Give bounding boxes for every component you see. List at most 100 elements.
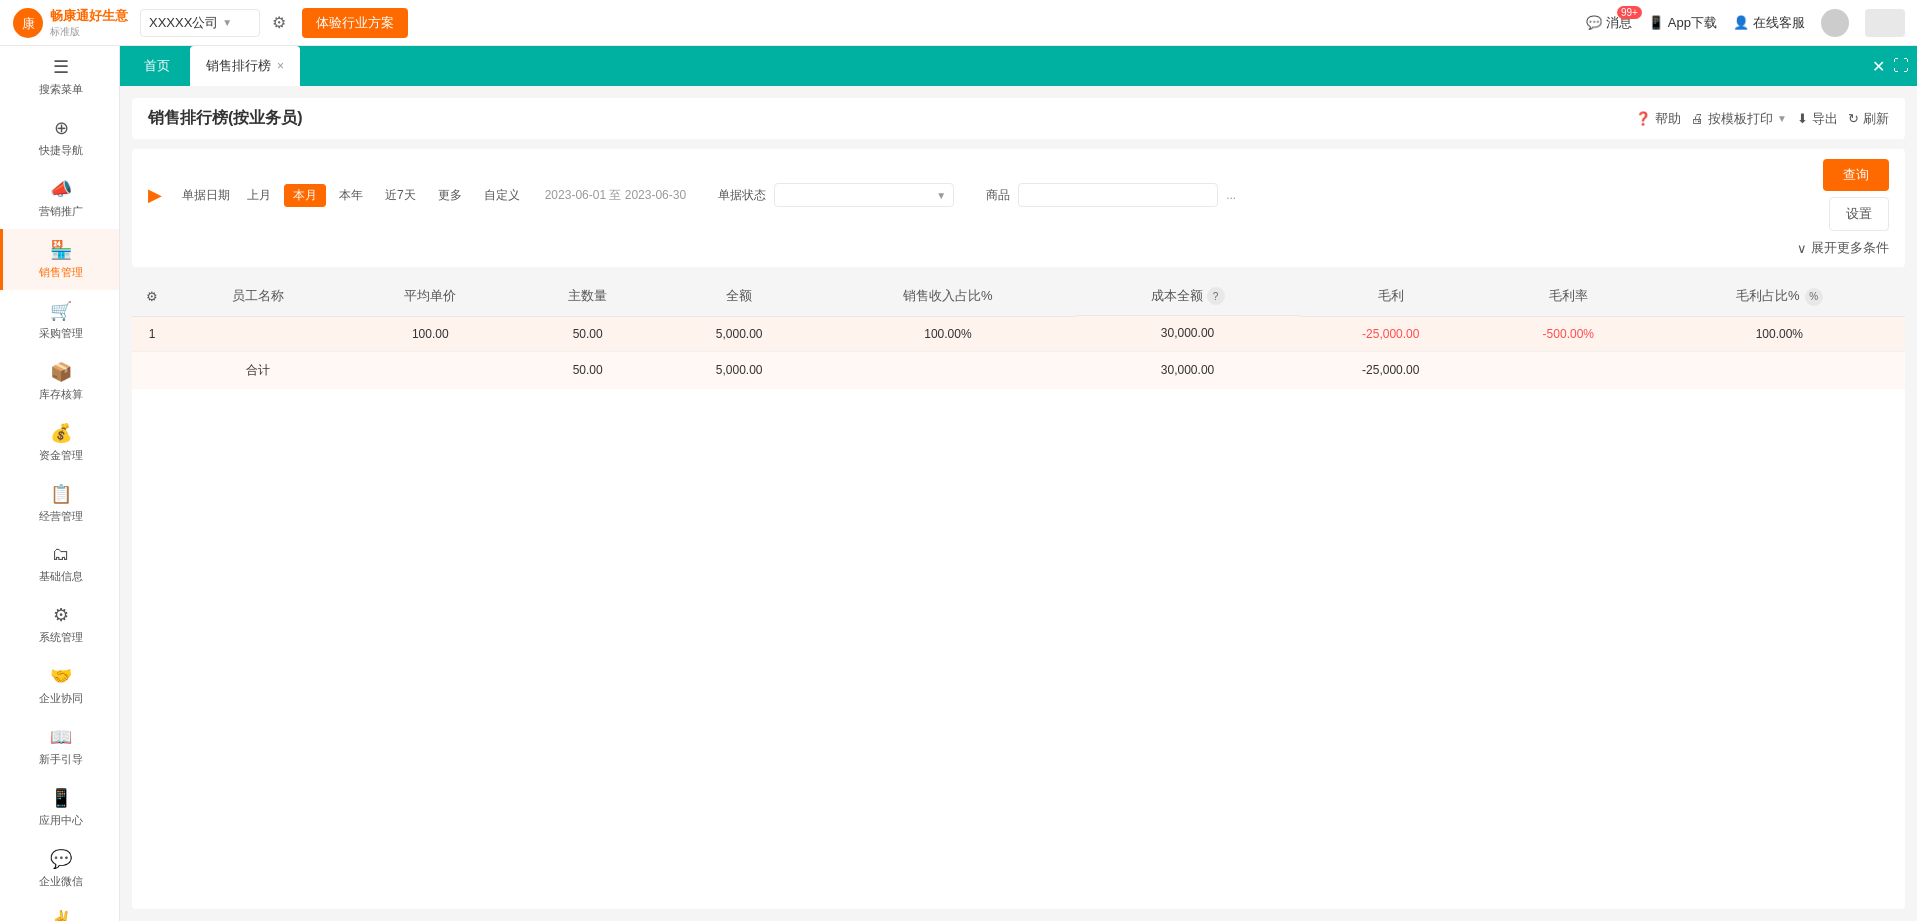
- sidebar-item-enterprise[interactable]: 🤝 企业协同: [0, 655, 119, 716]
- col-settings-header[interactable]: ⚙: [132, 277, 172, 316]
- date-tab-more[interactable]: 更多: [429, 184, 471, 207]
- export-btn[interactable]: ⬇ 导出: [1797, 110, 1838, 128]
- profit-ratio-info-icon[interactable]: %: [1805, 288, 1823, 306]
- date-tab-current-month[interactable]: 本月: [284, 184, 326, 207]
- date-tab-7days[interactable]: 近7天: [376, 184, 425, 207]
- help-icon: ❓: [1635, 111, 1651, 126]
- query-button[interactable]: 查询: [1823, 159, 1889, 191]
- sidebar-item-sales[interactable]: 🏪 销售管理: [0, 229, 119, 290]
- user-info[interactable]: [1865, 9, 1905, 37]
- enterprise-icon: 🤝: [50, 665, 72, 687]
- inventory-icon: 📦: [50, 361, 72, 383]
- table-container: ⚙ 员工名称 平均单价 主数量: [132, 277, 1905, 909]
- goods-label: 商品: [986, 187, 1010, 204]
- trial-button[interactable]: 体验行业方案: [302, 8, 408, 38]
- print-btn[interactable]: 🖨 按模板打印 ▼: [1691, 110, 1787, 128]
- refresh-label: 刷新: [1863, 110, 1889, 128]
- sidebar-item-quick-nav[interactable]: ⊕ 快捷导航: [0, 107, 119, 168]
- sidebar-item-search-orders[interactable]: ☰ 搜索菜单: [0, 46, 119, 107]
- company-selector[interactable]: XXXXX公司 ▼: [140, 9, 260, 37]
- column-settings-icon[interactable]: ⚙: [146, 289, 158, 304]
- tab-sales-ranking[interactable]: 销售排行榜 ×: [190, 46, 300, 86]
- guide-icon: 📖: [50, 726, 72, 748]
- footer-amount: 5,000.00: [659, 351, 819, 389]
- page-content: 销售排行榜(按业务员) ❓ 帮助 🖨 按模板打印 ▼ ⬇ 导出: [120, 86, 1917, 921]
- chevron-down-icon: ▼: [222, 17, 232, 28]
- date-tab-last-month[interactable]: 上月: [238, 184, 280, 207]
- date-tab-current-year[interactable]: 本年: [330, 184, 372, 207]
- settings-icon-btn[interactable]: ⚙: [268, 9, 290, 36]
- tab-fullscreen-icon[interactable]: ⛶: [1893, 57, 1909, 75]
- sidebar-item-guide[interactable]: 📖 新手引导: [0, 716, 119, 777]
- filter-section: ▶ 单据日期 上月 本月 本年 近7天 更多 自定义 2023-: [132, 149, 1905, 267]
- sidebar-label-finance: 资金管理: [39, 448, 83, 463]
- col-amount-header: 全额: [659, 277, 819, 316]
- app-download-btn[interactable]: 📱 App下载: [1648, 14, 1717, 32]
- logo-subtitle: 标准版: [50, 25, 128, 39]
- cell-amount: 5,000.00: [659, 316, 819, 351]
- goods-input[interactable]: [1018, 183, 1218, 207]
- sidebar-item-wechat[interactable]: 💬 企业微信: [0, 838, 119, 899]
- sidebar: ☰ 搜索菜单 ⊕ 快捷导航 📣 营销推广 🏪 销售管理 🛒 采购管理 📦 库存核…: [0, 46, 120, 921]
- sidebar-label-enterprise: 企业协同: [39, 691, 83, 706]
- cell-quantity: 50.00: [516, 316, 659, 351]
- col-quantity-header: 主数量: [516, 277, 659, 316]
- tab-close-all-icon[interactable]: ✕: [1872, 57, 1885, 76]
- status-filter-item: 单据状态 ▼: [718, 183, 954, 207]
- sidebar-item-app-center[interactable]: 📱 应用中心: [0, 777, 119, 838]
- print-chevron-icon: ▼: [1777, 113, 1787, 124]
- expand-arrow-icon[interactable]: ▶: [148, 184, 162, 206]
- page-actions: ❓ 帮助 🖨 按模板打印 ▼ ⬇ 导出 ↻ 刷新: [1635, 110, 1889, 128]
- sidebar-item-member[interactable]: ✌ 畅会员: [0, 899, 119, 921]
- footer-empty: [132, 351, 172, 389]
- tab-home[interactable]: 首页: [128, 46, 186, 86]
- footer-profit-rate: [1483, 351, 1654, 389]
- logo-title: 畅康通好生意: [50, 7, 128, 25]
- sidebar-item-system[interactable]: ⚙ 系统管理: [0, 594, 119, 655]
- goods-more-btn[interactable]: ...: [1226, 188, 1236, 202]
- service-btn[interactable]: 👤 在线客服: [1733, 14, 1805, 32]
- expand-more-btn[interactable]: ∨ 展开更多条件: [1797, 239, 1889, 257]
- help-btn[interactable]: ❓ 帮助: [1635, 110, 1681, 128]
- date-filter-item: 单据日期 上月 本月 本年 近7天 更多 自定义 2023-06-01 至 20…: [182, 184, 686, 207]
- sidebar-item-basic-info[interactable]: 🗂 基础信息: [0, 534, 119, 594]
- sidebar-label-quick-nav: 快捷导航: [39, 143, 83, 158]
- page-title: 销售排行榜(按业务员): [148, 108, 303, 129]
- sidebar-label-basic-info: 基础信息: [39, 569, 83, 584]
- tab-label-sales-ranking: 销售排行榜: [206, 57, 271, 75]
- footer-row: 合计 50.00 5,000.00 30,000.00 -25,000.00: [132, 351, 1905, 389]
- avatar[interactable]: [1821, 9, 1849, 37]
- cell-sales-ratio: 100.00%: [819, 316, 1076, 351]
- col-avgprice-header: 平均单价: [344, 277, 516, 316]
- status-select-wrapper: ▼: [774, 183, 954, 207]
- footer-cost: 30,000.00: [1077, 351, 1299, 389]
- sidebar-item-inventory[interactable]: 📦 库存核算: [0, 351, 119, 412]
- sidebar-label-search-orders: 搜索菜单: [39, 82, 83, 97]
- date-tab-custom[interactable]: 自定义: [475, 184, 529, 207]
- app-icon: 📱: [1648, 15, 1664, 30]
- sidebar-item-operations[interactable]: 📋 经营管理: [0, 473, 119, 534]
- cell-rank: 1: [132, 316, 172, 351]
- service-icon: 👤: [1733, 15, 1749, 30]
- sidebar-item-purchase[interactable]: 🛒 采购管理: [0, 290, 119, 351]
- tab-close-btn[interactable]: ×: [277, 59, 284, 73]
- refresh-icon: ↻: [1848, 111, 1859, 126]
- expand-more-icon: ∨: [1797, 241, 1807, 256]
- status-label: 单据状态: [718, 187, 766, 204]
- col-profit-header: 毛利: [1299, 277, 1483, 316]
- refresh-btn[interactable]: ↻ 刷新: [1848, 110, 1889, 128]
- col-employee-header: 员工名称: [172, 277, 344, 316]
- message-btn[interactable]: 💬 消息 99+: [1586, 14, 1632, 32]
- sidebar-item-finance[interactable]: 💰 资金管理: [0, 412, 119, 473]
- sidebar-item-marketing[interactable]: 📣 营销推广: [0, 168, 119, 229]
- settings-button[interactable]: 设置: [1829, 197, 1889, 231]
- cost-info-icon[interactable]: ?: [1207, 287, 1225, 305]
- date-tabs: 上月 本月 本年 近7天 更多 自定义: [238, 184, 529, 207]
- sidebar-label-purchase: 采购管理: [39, 326, 83, 341]
- footer-profit: -25,000.00: [1299, 351, 1483, 389]
- app-center-icon: 📱: [50, 787, 72, 809]
- filter-expand-toggle[interactable]: ▶: [148, 184, 162, 206]
- logo-icon: 康: [12, 7, 44, 39]
- status-select[interactable]: [774, 183, 954, 207]
- col-sales-ratio-header: 销售收入占比%: [819, 277, 1076, 316]
